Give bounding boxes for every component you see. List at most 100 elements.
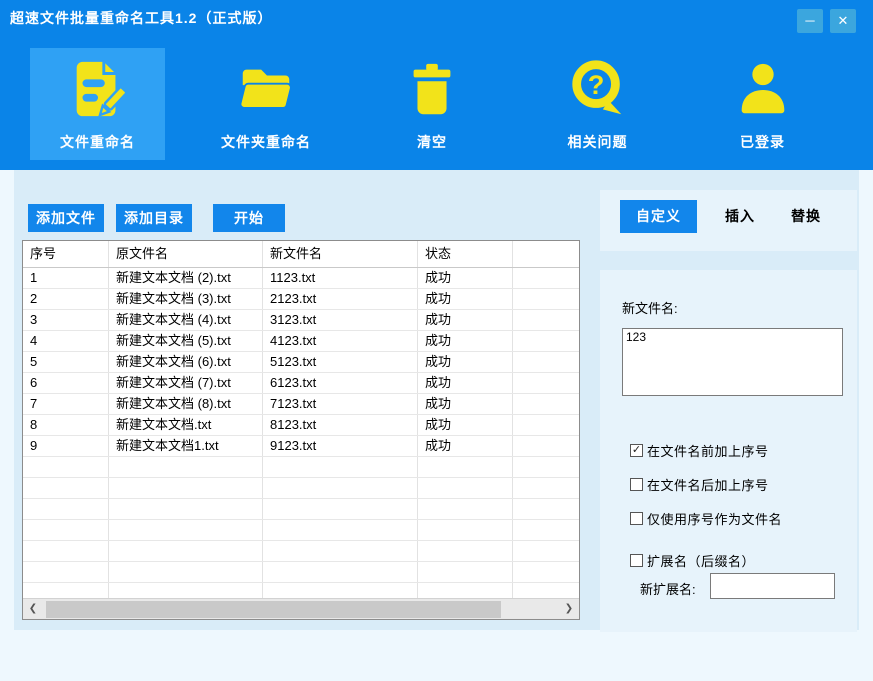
table-row[interactable]: 1 新建文本文档 (2).txt 1123.txt 成功 — [23, 268, 579, 289]
checkbox-number-only[interactable]: 仅使用序号作为文件名 — [630, 509, 782, 528]
table-row[interactable]: 4 新建文本文档 (5).txt 4123.txt 成功 — [23, 331, 579, 352]
toolbar-item-account[interactable]: 已登录 — [700, 48, 825, 160]
table-empty-row — [23, 499, 579, 520]
toolbar-item-clear[interactable]: 清空 — [372, 48, 492, 160]
close-button[interactable]: ✕ — [830, 9, 856, 33]
cell-status: 成功 — [418, 268, 513, 288]
checkbox-unchecked-icon[interactable] — [630, 512, 643, 525]
new-extension-input[interactable] — [710, 573, 835, 599]
cell-new-name: 6123.txt — [263, 373, 418, 393]
toolbar-item-help[interactable]: ? 相关问题 — [535, 48, 660, 160]
cell-spacer — [513, 310, 579, 330]
file-table: 序号 原文件名 新文件名 状态 1 新建文本文档 (2).txt 1123.tx… — [22, 240, 580, 620]
cell-original-name: 新建文本文档.txt — [109, 415, 263, 435]
cell-index: 9 — [23, 436, 109, 456]
user-icon — [700, 56, 825, 130]
close-icon: ✕ — [837, 13, 849, 28]
table-row[interactable]: 5 新建文本文档 (6).txt 5123.txt 成功 — [23, 352, 579, 373]
cell-original-name: 新建文本文档 (5).txt — [109, 331, 263, 351]
trash-icon — [372, 56, 492, 130]
cell-index: 3 — [23, 310, 109, 330]
cell-index: 8 — [23, 415, 109, 435]
checkbox-suffix-number[interactable]: 在文件名后加上序号 — [630, 475, 769, 494]
toolbar-item-file-rename[interactable]: 文件重命名 — [30, 48, 165, 160]
table-empty-row — [23, 457, 579, 478]
start-button[interactable]: 开始 — [213, 204, 285, 232]
toolbar-item-label: 已登录 — [740, 134, 785, 150]
cell-spacer — [513, 394, 579, 414]
table-row[interactable]: 7 新建文本文档 (8).txt 7123.txt 成功 — [23, 394, 579, 415]
cell-spacer — [513, 373, 579, 393]
table-empty-row — [23, 520, 579, 541]
folder-rename-icon — [192, 56, 340, 130]
column-header-status[interactable]: 状态 — [418, 241, 513, 267]
column-header-original-name[interactable]: 原文件名 — [109, 241, 263, 267]
cell-spacer — [513, 415, 579, 435]
checkbox-checked-icon[interactable]: ✓ — [630, 444, 643, 457]
cell-index: 5 — [23, 352, 109, 372]
horizontal-scrollbar[interactable]: ❮ ❯ — [23, 598, 579, 619]
table-empty-row — [23, 562, 579, 583]
toolbar-item-folder-rename[interactable]: 文件夹重命名 — [192, 48, 340, 160]
cell-original-name: 新建文本文档 (4).txt — [109, 310, 263, 330]
column-header-new-name[interactable]: 新文件名 — [263, 241, 418, 267]
title-bar: 超速文件批量重命名工具1.2（正式版） ─ ✕ — [0, 0, 873, 38]
cell-new-name: 7123.txt — [263, 394, 418, 414]
table-row[interactable]: 3 新建文本文档 (4).txt 3123.txt 成功 — [23, 310, 579, 331]
add-files-button[interactable]: 添加文件 — [28, 204, 104, 232]
cell-spacer — [513, 331, 579, 351]
minimize-icon: ─ — [805, 13, 815, 28]
cell-spacer — [513, 268, 579, 288]
cell-index: 1 — [23, 268, 109, 288]
scroll-left-icon[interactable]: ❮ — [23, 599, 43, 619]
cell-index: 4 — [23, 331, 109, 351]
cell-index: 7 — [23, 394, 109, 414]
table-row[interactable]: 2 新建文本文档 (3).txt 2123.txt 成功 — [23, 289, 579, 310]
tab-insert[interactable]: 插入 — [707, 200, 773, 233]
cell-status: 成功 — [418, 394, 513, 414]
new-extension-label: 新扩展名: — [640, 582, 696, 597]
cell-new-name: 4123.txt — [263, 331, 418, 351]
cell-status: 成功 — [418, 331, 513, 351]
tab-replace[interactable]: 替换 — [773, 200, 839, 233]
checkbox-extension[interactable]: 扩展名（后缀名） — [630, 551, 755, 570]
scrollbar-thumb[interactable] — [46, 601, 501, 618]
cell-status: 成功 — [418, 415, 513, 435]
toolbar-item-label: 文件夹重命名 — [221, 134, 311, 150]
column-header-index[interactable]: 序号 — [23, 241, 109, 267]
cell-original-name: 新建文本文档 (7).txt — [109, 373, 263, 393]
checkbox-prefix-number[interactable]: ✓ 在文件名前加上序号 — [630, 441, 769, 460]
question-icon: ? — [535, 56, 660, 130]
cell-spacer — [513, 352, 579, 372]
table-row[interactable]: 9 新建文本文档1.txt 9123.txt 成功 — [23, 436, 579, 457]
column-header-spacer — [513, 241, 579, 267]
cell-index: 2 — [23, 289, 109, 309]
cell-new-name: 5123.txt — [263, 352, 418, 372]
cell-status: 成功 — [418, 436, 513, 456]
checkbox-unchecked-icon[interactable] — [630, 554, 643, 567]
checkbox-unchecked-icon[interactable] — [630, 478, 643, 491]
toolbar: 文件重命名 文件夹重命名 清空 ? 相关问题 已登录 — [0, 38, 873, 170]
cell-original-name: 新建文本文档1.txt — [109, 436, 263, 456]
cell-spacer — [513, 436, 579, 456]
cell-new-name: 1123.txt — [263, 268, 418, 288]
cell-new-name: 9123.txt — [263, 436, 418, 456]
minimize-button[interactable]: ─ — [797, 9, 823, 33]
table-empty-row — [23, 541, 579, 562]
toolbar-item-label: 文件重命名 — [60, 134, 135, 150]
table-row[interactable]: 8 新建文本文档.txt 8123.txt 成功 — [23, 415, 579, 436]
window-title: 超速文件批量重命名工具1.2（正式版） — [10, 10, 273, 26]
table-row[interactable]: 6 新建文本文档 (7).txt 6123.txt 成功 — [23, 373, 579, 394]
svg-text:?: ? — [587, 69, 604, 100]
scroll-right-icon[interactable]: ❯ — [559, 599, 579, 619]
table-header: 序号 原文件名 新文件名 状态 — [23, 241, 579, 268]
tab-custom[interactable]: 自定义 — [620, 200, 697, 233]
file-rename-icon — [30, 56, 165, 130]
add-directory-button[interactable]: 添加目录 — [116, 204, 192, 232]
cell-original-name: 新建文本文档 (6).txt — [109, 352, 263, 372]
rename-mode-tabs: 自定义 插入 替换 — [600, 190, 857, 251]
cell-new-name: 2123.txt — [263, 289, 418, 309]
cell-status: 成功 — [418, 352, 513, 372]
cell-status: 成功 — [418, 310, 513, 330]
new-filename-input[interactable]: 123 — [622, 328, 843, 396]
